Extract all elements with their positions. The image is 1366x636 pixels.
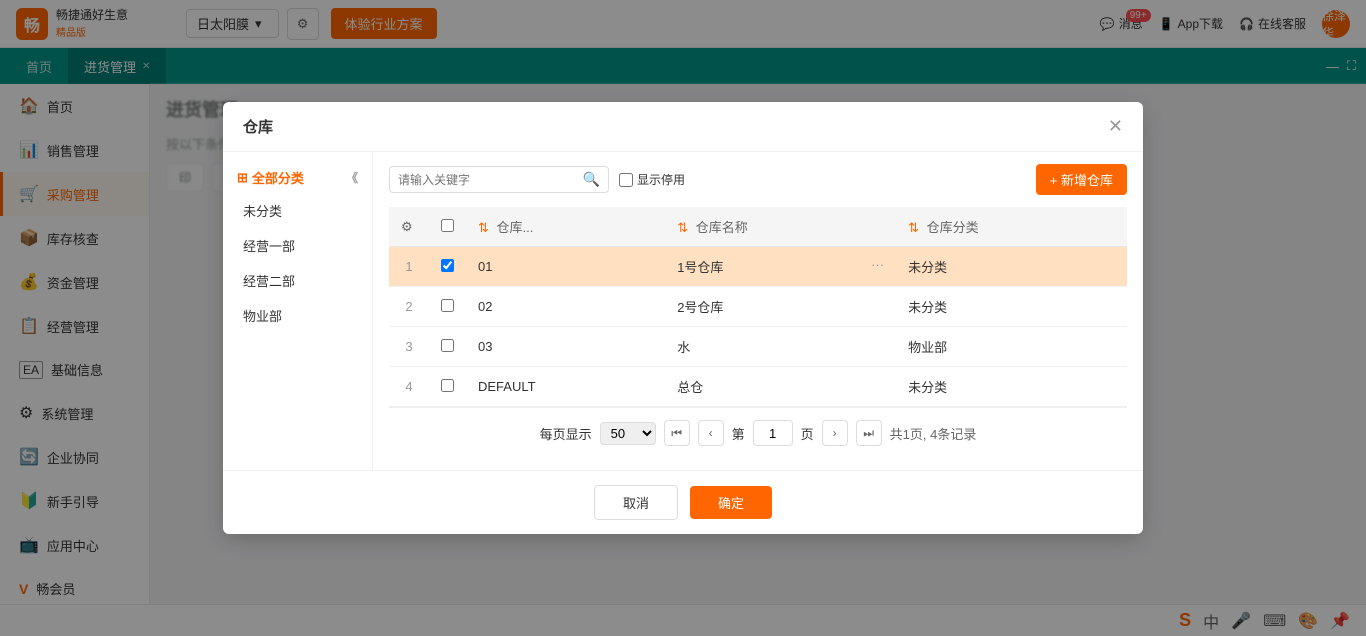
sort-name-icon: ⇅ bbox=[677, 220, 688, 235]
col-code: ⇅ 仓库... bbox=[466, 207, 665, 247]
page-label: 第 bbox=[732, 424, 745, 443]
next-page-button[interactable]: › bbox=[822, 420, 848, 446]
col-name: ⇅ 仓库名称 bbox=[665, 207, 896, 247]
row-name: 总仓 bbox=[665, 367, 896, 407]
cat-item-unclassified[interactable]: 未分类 bbox=[223, 193, 372, 228]
cat-item-property[interactable]: 物业部 bbox=[223, 298, 372, 333]
warehouse-table: ⚙ ⇅ 仓库... ⇅ 仓库名称 bbox=[389, 207, 1127, 407]
row-num: 4 bbox=[389, 367, 429, 407]
table-row[interactable]: 1 01 1号仓库 ··· 未分类 bbox=[389, 247, 1127, 287]
cat-header: ⊞ 全部分类 《 bbox=[223, 162, 372, 193]
row-code: 03 bbox=[466, 327, 665, 367]
row-checkbox[interactable] bbox=[441, 299, 454, 312]
modal-body: ⊞ 全部分类 《 未分类 经营一部 经营二部 物业部 🔍 bbox=[223, 152, 1143, 470]
col-checkbox bbox=[429, 207, 466, 247]
pagination: 每页显示 50 100 ⏮ ‹ 第 页 › ⏭ 共1页, 4条记录 bbox=[389, 407, 1127, 458]
row-num: 3 bbox=[389, 327, 429, 367]
row-checkbox[interactable] bbox=[441, 379, 454, 392]
row-checkbox[interactable] bbox=[441, 259, 454, 272]
confirm-button[interactable]: 确定 bbox=[690, 486, 772, 519]
collapse-button[interactable]: 《 bbox=[346, 169, 358, 186]
row-category: 物业部 bbox=[896, 327, 1127, 367]
modal-footer: 取消 确定 bbox=[223, 470, 1143, 534]
show-disabled-label[interactable]: 显示停用 bbox=[619, 171, 685, 188]
add-warehouse-button[interactable]: + 新增仓库 bbox=[1036, 164, 1127, 195]
table-row[interactable]: 4 DEFAULT 总仓 未分类 bbox=[389, 367, 1127, 407]
category-sidebar: ⊞ 全部分类 《 未分类 经营一部 经营二部 物业部 bbox=[223, 152, 373, 470]
table-header-row: ⚙ ⇅ 仓库... ⇅ 仓库名称 bbox=[389, 207, 1127, 247]
cat-item-dept1[interactable]: 经营一部 bbox=[223, 228, 372, 263]
col-category: ⇅ 仓库分类 bbox=[896, 207, 1127, 247]
cancel-button[interactable]: 取消 bbox=[594, 485, 678, 520]
modal-title: 仓库 bbox=[243, 116, 273, 137]
settings-col-icon: ⚙ bbox=[401, 219, 413, 234]
cat-item-dept2[interactable]: 经营二部 bbox=[223, 263, 372, 298]
row-num: 1 bbox=[389, 247, 429, 287]
row-name: 2号仓库 bbox=[665, 287, 896, 327]
row-category: 未分类 bbox=[896, 367, 1127, 407]
modal-content-area: 🔍 显示停用 + 新增仓库 ⚙ bbox=[373, 152, 1143, 470]
page-unit: 页 bbox=[801, 424, 814, 443]
more-button[interactable]: ··· bbox=[871, 257, 884, 272]
last-page-button[interactable]: ⏭ bbox=[856, 420, 882, 446]
row-category: 未分类 bbox=[896, 247, 1127, 287]
row-name: 1号仓库 ··· bbox=[665, 247, 896, 287]
all-category-label[interactable]: 全部分类 bbox=[252, 168, 304, 187]
row-code: 02 bbox=[466, 287, 665, 327]
modal-header: 仓库 ✕ bbox=[223, 102, 1143, 152]
sort-icon: ⇅ bbox=[478, 220, 489, 235]
first-page-button[interactable]: ⏮ bbox=[664, 420, 690, 446]
row-checkbox-cell bbox=[429, 287, 466, 327]
sort-cat-icon: ⇅ bbox=[908, 220, 919, 235]
search-input[interactable] bbox=[398, 173, 583, 187]
search-icon: 🔍 bbox=[583, 171, 600, 188]
row-checkbox-cell bbox=[429, 367, 466, 407]
row-checkbox-cell bbox=[429, 327, 466, 367]
table-row[interactable]: 3 03 水 物业部 bbox=[389, 327, 1127, 367]
show-disabled-checkbox[interactable] bbox=[619, 173, 633, 187]
per-page-label: 每页显示 bbox=[540, 424, 592, 443]
row-num: 2 bbox=[389, 287, 429, 327]
row-checkbox[interactable] bbox=[441, 339, 454, 352]
total-info: 共1页, 4条记录 bbox=[890, 424, 977, 443]
select-all-checkbox[interactable] bbox=[441, 219, 454, 232]
row-name: 水 bbox=[665, 327, 896, 367]
grid-icon: ⊞ bbox=[237, 170, 248, 186]
search-box: 🔍 bbox=[389, 166, 609, 193]
modal-overlay: 仓库 ✕ ⊞ 全部分类 《 未分类 经营一部 经营二部 物业部 bbox=[0, 0, 1366, 636]
row-category: 未分类 bbox=[896, 287, 1127, 327]
row-code: 01 bbox=[466, 247, 665, 287]
prev-page-button[interactable]: ‹ bbox=[698, 420, 724, 446]
row-code: DEFAULT bbox=[466, 367, 665, 407]
modal-toolbar: 🔍 显示停用 + 新增仓库 bbox=[389, 164, 1127, 195]
modal-close-button[interactable]: ✕ bbox=[1108, 116, 1123, 137]
row-checkbox-cell bbox=[429, 247, 466, 287]
per-page-select[interactable]: 50 100 bbox=[600, 422, 656, 445]
warehouse-modal: 仓库 ✕ ⊞ 全部分类 《 未分类 经营一部 经营二部 物业部 bbox=[223, 102, 1143, 534]
page-input[interactable] bbox=[753, 420, 793, 446]
table-row[interactable]: 2 02 2号仓库 未分类 bbox=[389, 287, 1127, 327]
col-settings: ⚙ bbox=[389, 207, 429, 247]
